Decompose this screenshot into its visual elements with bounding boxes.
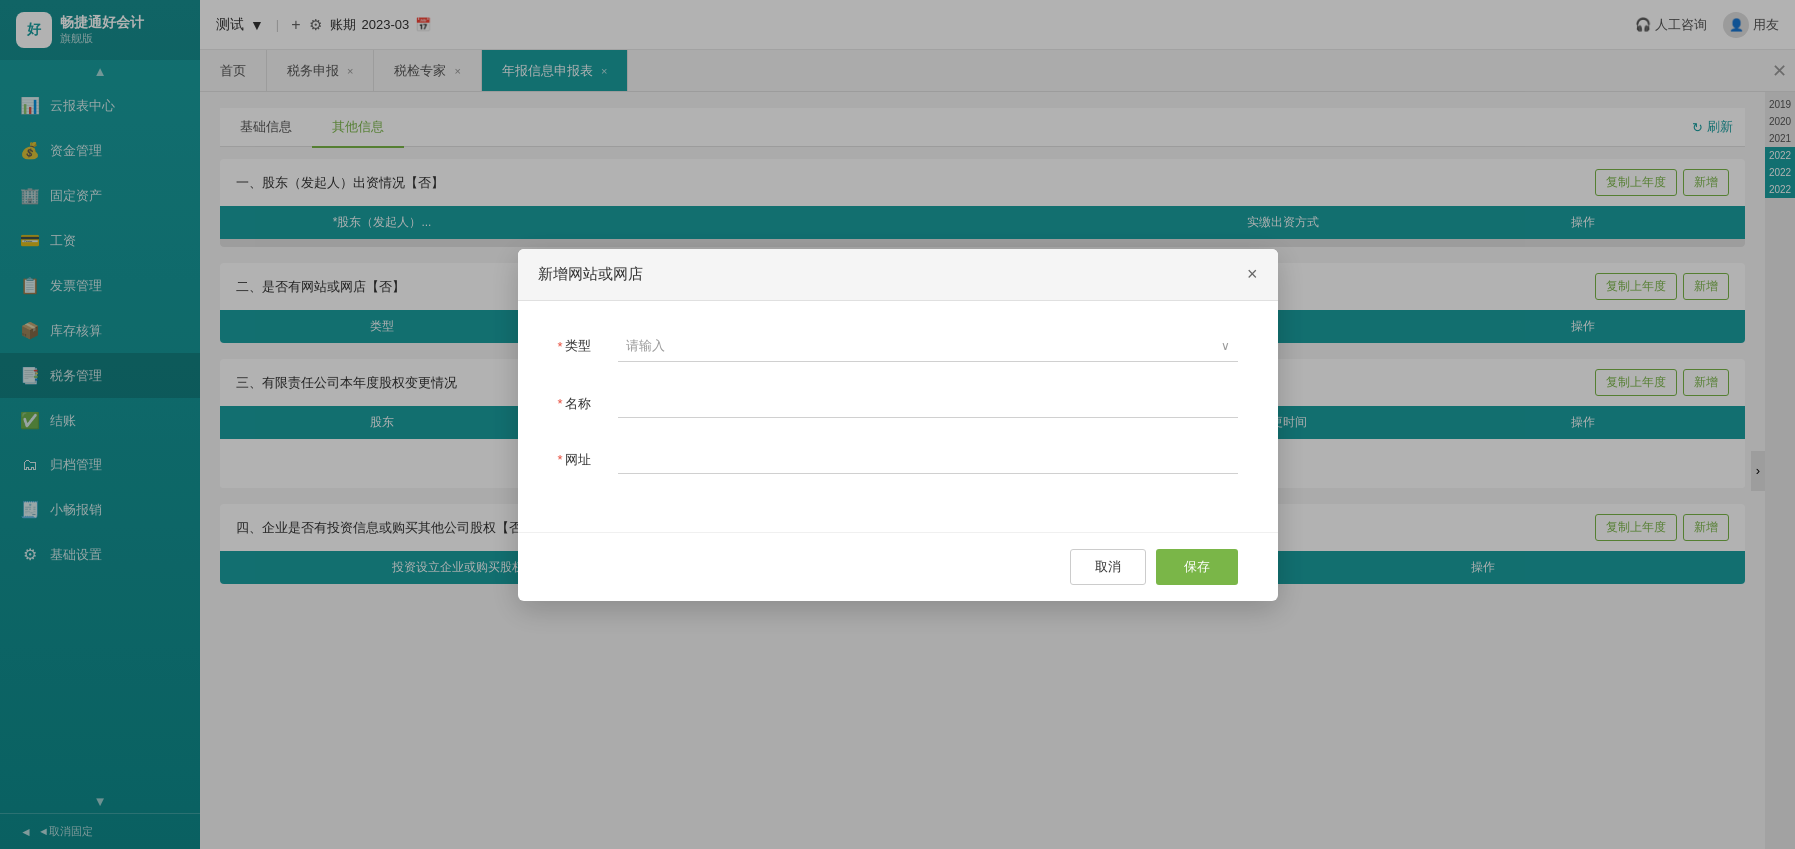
modal-field-name: * 名称 — [558, 390, 1238, 418]
type-label: * 类型 — [558, 337, 618, 355]
modal-title: 新增网站或网店 — [538, 265, 643, 284]
modal-field-url: * 网址 — [558, 446, 1238, 474]
name-input[interactable] — [618, 390, 1238, 418]
url-label: * 网址 — [558, 451, 618, 469]
modal-header: 新增网站或网店 × — [518, 249, 1278, 301]
required-star: * — [558, 339, 563, 354]
type-select[interactable]: 请输入 ∨ — [618, 331, 1238, 362]
modal-field-type: * 类型 请输入 ∨ — [558, 331, 1238, 362]
type-placeholder: 请输入 — [626, 337, 665, 355]
chevron-down-icon: ∨ — [1221, 339, 1230, 353]
modal-footer: 取消 保存 — [518, 532, 1278, 601]
required-star: * — [558, 396, 563, 411]
cancel-button[interactable]: 取消 — [1070, 549, 1146, 585]
save-button[interactable]: 保存 — [1156, 549, 1238, 585]
modal-overlay: 新增网站或网店 × * 类型 请输入 ∨ * 名称 — [0, 0, 1795, 849]
add-website-modal: 新增网站或网店 × * 类型 请输入 ∨ * 名称 — [518, 249, 1278, 601]
modal-body: * 类型 请输入 ∨ * 名称 * 网址 — [518, 301, 1278, 532]
name-label: * 名称 — [558, 395, 618, 413]
modal-close-btn[interactable]: × — [1247, 265, 1258, 283]
url-input[interactable] — [618, 446, 1238, 474]
required-star: * — [558, 452, 563, 467]
